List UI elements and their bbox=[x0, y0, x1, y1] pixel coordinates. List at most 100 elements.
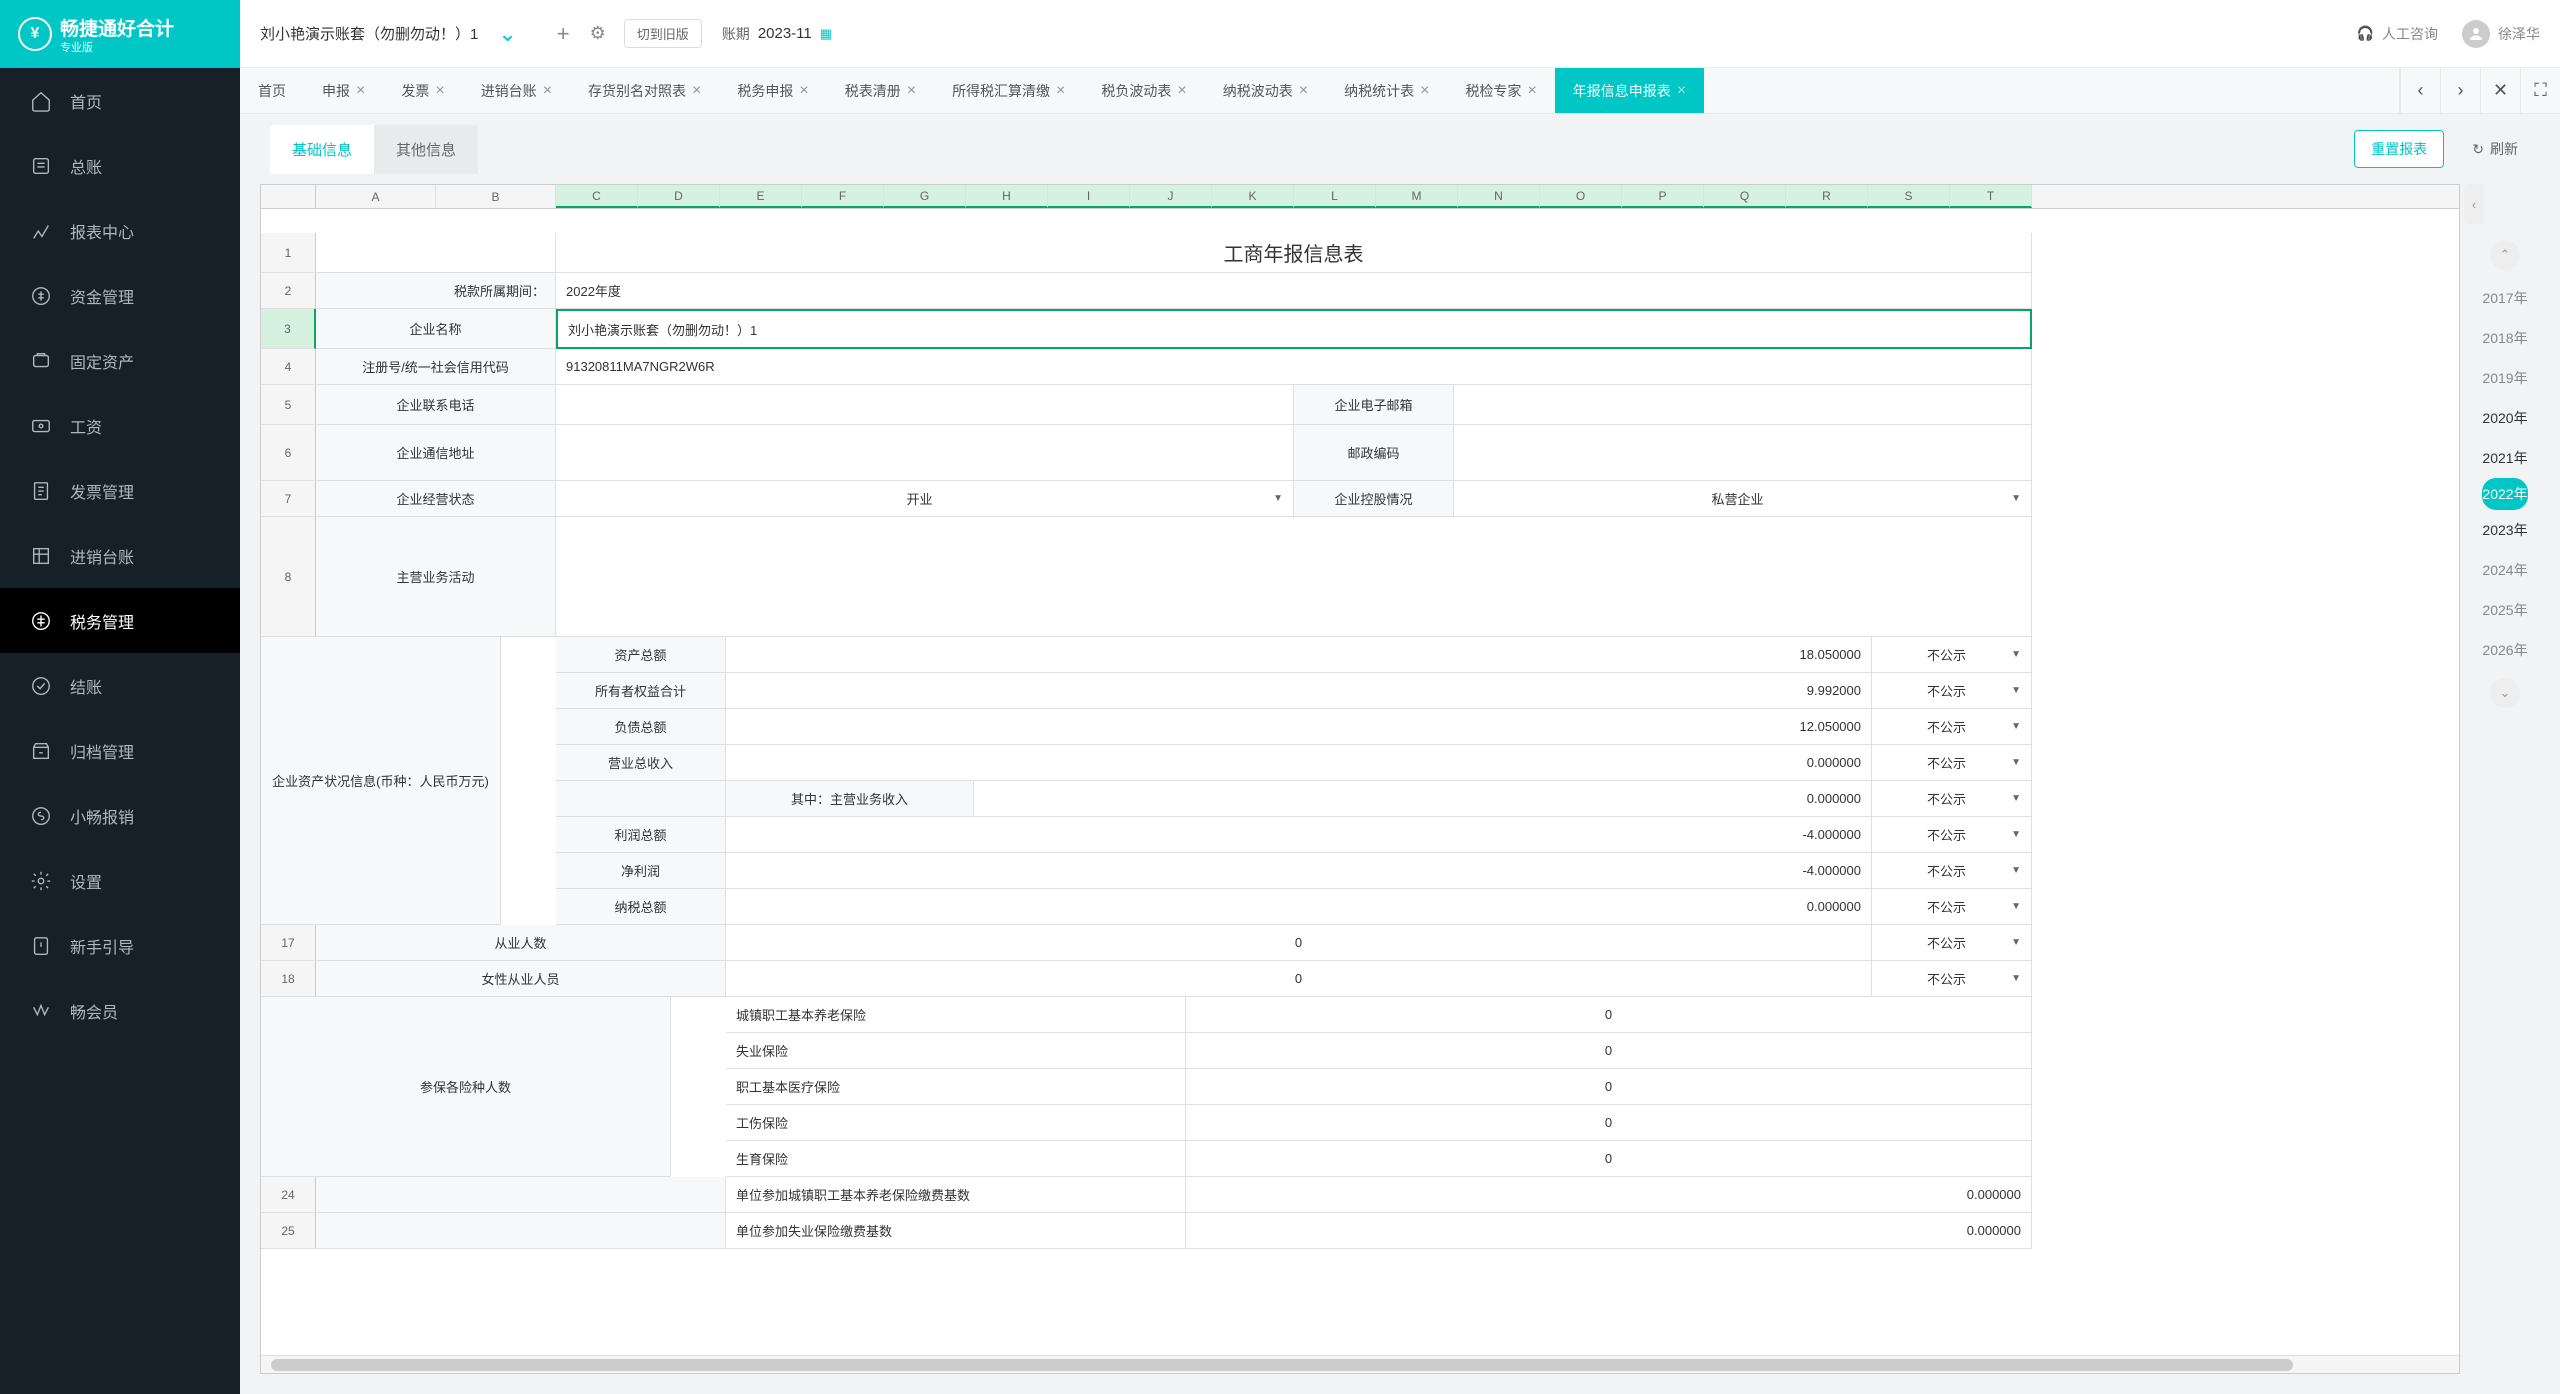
tab-6[interactable]: 税表清册× bbox=[827, 68, 934, 113]
sidebar-item-salary[interactable]: 工资 bbox=[0, 393, 240, 458]
col-header[interactable]: S bbox=[1868, 185, 1950, 208]
row-header[interactable]: 7 bbox=[261, 481, 316, 517]
row-header[interactable]: 8 bbox=[261, 517, 316, 637]
tab-0[interactable]: 首页 bbox=[240, 68, 304, 113]
base-value[interactable]: 0.000000 bbox=[1186, 1177, 2032, 1213]
sidebar-item-asset[interactable]: 固定资产 bbox=[0, 328, 240, 393]
ins-value[interactable]: 0 bbox=[1186, 1141, 2032, 1177]
sub-tab-other[interactable]: 其他信息 bbox=[374, 125, 478, 174]
tab-next-icon[interactable]: › bbox=[2440, 68, 2480, 113]
value-cell[interactable]: 12.050000 bbox=[726, 709, 1872, 745]
col-header[interactable]: I bbox=[1048, 185, 1130, 208]
year-option[interactable]: 2018年 bbox=[2482, 318, 2527, 358]
col-header[interactable]: N bbox=[1458, 185, 1540, 208]
disclose-select[interactable]: 不公示▼ bbox=[1872, 925, 2032, 961]
tab-4[interactable]: 存货别名对照表× bbox=[570, 68, 719, 113]
close-icon[interactable]: × bbox=[1299, 82, 1308, 100]
row-header[interactable]: 25 bbox=[261, 1213, 316, 1249]
tab-3[interactable]: 进销台账× bbox=[463, 68, 570, 113]
refresh-button[interactable]: ↻ 刷新 bbox=[2460, 130, 2530, 168]
sidebar-item-setting[interactable]: 设置 bbox=[0, 848, 240, 913]
chevron-down-icon[interactable]: ⌄ bbox=[498, 21, 516, 47]
tab-8[interactable]: 税负波动表× bbox=[1083, 68, 1204, 113]
gear-icon[interactable]: ⚙ bbox=[590, 23, 606, 44]
user-menu[interactable]: 徐泽华 bbox=[2462, 20, 2540, 48]
disclose-select[interactable]: 不公示▼ bbox=[1872, 961, 2032, 997]
close-icon[interactable]: × bbox=[1420, 82, 1429, 100]
old-version-button[interactable]: 切到旧版 bbox=[624, 19, 702, 48]
holding-select[interactable]: 私营企业▼ bbox=[1454, 481, 2032, 517]
close-icon[interactable]: × bbox=[907, 82, 916, 100]
calendar-icon[interactable]: ▦ bbox=[820, 26, 832, 42]
col-header[interactable]: G bbox=[884, 185, 966, 208]
addr-cell[interactable] bbox=[556, 425, 1294, 481]
sidebar-item-home[interactable]: 首页 bbox=[0, 68, 240, 133]
col-header[interactable]: J bbox=[1130, 185, 1212, 208]
phone-cell[interactable] bbox=[556, 385, 1294, 425]
disclose-select[interactable]: 不公示▼ bbox=[1872, 853, 2032, 889]
tab-prev-icon[interactable]: ‹ bbox=[2400, 68, 2440, 113]
col-header[interactable]: T bbox=[1950, 185, 2032, 208]
year-option[interactable]: 2021年 bbox=[2482, 438, 2527, 478]
value-cell[interactable]: 0.000000 bbox=[726, 889, 1872, 925]
value-cell[interactable]: 0.000000 bbox=[726, 745, 1872, 781]
sheet-body[interactable]: 1工商年报信息表2税款所属期间：2022年度3企业名称刘小艳演示账套（勿删勿动！… bbox=[261, 233, 2459, 1249]
year-option[interactable]: 2022年 bbox=[2482, 478, 2527, 510]
year-up-icon[interactable]: ⌃ bbox=[2490, 240, 2520, 270]
row-header[interactable]: 17 bbox=[261, 925, 316, 961]
status-select[interactable]: 开业▼ bbox=[556, 481, 1294, 517]
consult-link[interactable]: 🎧 人工咨询 bbox=[2357, 24, 2438, 44]
year-option[interactable]: 2025年 bbox=[2482, 590, 2527, 630]
disclose-select[interactable]: 不公示▼ bbox=[1872, 889, 2032, 925]
col-header[interactable]: B bbox=[436, 185, 556, 208]
sidebar-item-close[interactable]: 结账 bbox=[0, 653, 240, 718]
value-cell[interactable]: 18.050000 bbox=[726, 637, 1872, 673]
col-header[interactable]: Q bbox=[1704, 185, 1786, 208]
col-header[interactable]: M bbox=[1376, 185, 1458, 208]
tab-12[interactable]: 年报信息申报表× bbox=[1555, 68, 1704, 113]
value-cell[interactable]: -4.000000 bbox=[726, 853, 1872, 889]
disclose-select[interactable]: 不公示▼ bbox=[1872, 817, 2032, 853]
value-cell[interactable]: -4.000000 bbox=[726, 817, 1872, 853]
col-header[interactable]: D bbox=[638, 185, 720, 208]
col-header[interactable]: K bbox=[1212, 185, 1294, 208]
row-header[interactable]: 5 bbox=[261, 385, 316, 425]
tab-10[interactable]: 纳税统计表× bbox=[1326, 68, 1447, 113]
add-icon[interactable]: + bbox=[557, 21, 570, 47]
ins-value[interactable]: 0 bbox=[1186, 1069, 2032, 1105]
tab-7[interactable]: 所得税汇算清缴× bbox=[934, 68, 1083, 113]
row-header[interactable]: 1 bbox=[261, 233, 316, 273]
sidebar-item-expense[interactable]: 小畅报销 bbox=[0, 783, 240, 848]
year-option[interactable]: 2017年 bbox=[2482, 278, 2527, 318]
sidebar-item-tax[interactable]: 税务管理 bbox=[0, 588, 240, 653]
tab-11[interactable]: 税检专家× bbox=[1447, 68, 1554, 113]
tab-1[interactable]: 申报× bbox=[304, 68, 383, 113]
value-cell[interactable]: 9.992000 bbox=[726, 673, 1872, 709]
row-header[interactable]: 18 bbox=[261, 961, 316, 997]
emp-cell[interactable]: 0 bbox=[726, 925, 1872, 961]
disclose-select[interactable]: 不公示▼ bbox=[1872, 637, 2032, 673]
disclose-select[interactable]: 不公示▼ bbox=[1872, 781, 2032, 817]
value-cell[interactable]: 0.000000 bbox=[974, 781, 1872, 817]
tab-2[interactable]: 发票× bbox=[383, 68, 462, 113]
close-icon[interactable]: × bbox=[543, 82, 552, 100]
reset-button[interactable]: 重置报表 bbox=[2354, 130, 2444, 168]
col-header[interactable]: F bbox=[802, 185, 884, 208]
year-down-icon[interactable]: ⌄ bbox=[2490, 678, 2520, 708]
sidebar-item-guide[interactable]: 新手引导 bbox=[0, 913, 240, 978]
tab-5[interactable]: 税务申报× bbox=[719, 68, 826, 113]
year-option[interactable]: 2024年 bbox=[2482, 550, 2527, 590]
col-header[interactable]: O bbox=[1540, 185, 1622, 208]
sidebar-item-fund[interactable]: 资金管理 bbox=[0, 263, 240, 328]
close-icon[interactable]: × bbox=[1527, 82, 1536, 100]
fullscreen-icon[interactable]: ⛶ bbox=[2520, 68, 2560, 113]
zip-cell[interactable] bbox=[1454, 425, 2032, 481]
row-header[interactable]: 4 bbox=[261, 349, 316, 385]
row-header[interactable]: 24 bbox=[261, 1177, 316, 1213]
sidebar-item-vip[interactable]: 畅会员 bbox=[0, 978, 240, 1043]
close-icon[interactable]: × bbox=[1056, 82, 1065, 100]
col-header[interactable]: H bbox=[966, 185, 1048, 208]
ins-value[interactable]: 0 bbox=[1186, 997, 2032, 1033]
tab-close-all-icon[interactable]: ✕ bbox=[2480, 68, 2520, 113]
col-header[interactable]: E bbox=[720, 185, 802, 208]
